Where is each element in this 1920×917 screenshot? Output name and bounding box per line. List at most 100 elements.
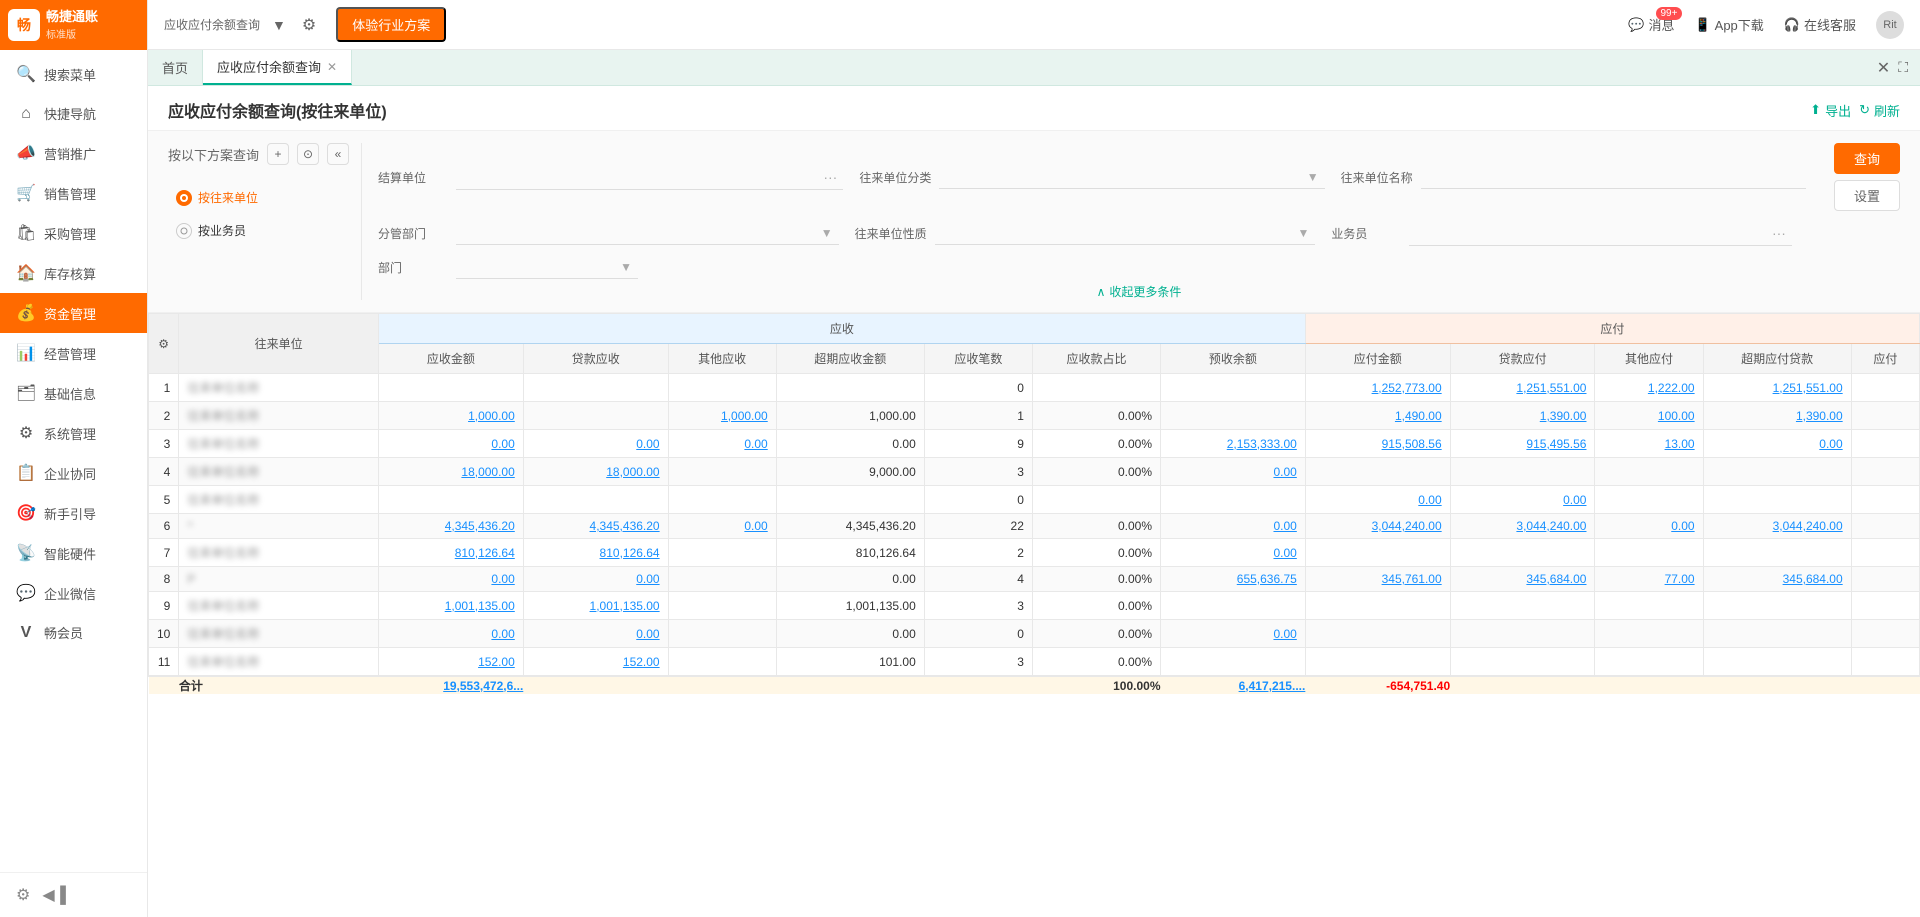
breadcrumb-dropdown[interactable]: ▼ [272, 17, 286, 33]
sidebar-item-vip[interactable]: V 畅会员 [0, 613, 147, 652]
table-cell[interactable]: 0.00 [523, 620, 668, 648]
sidebar-item-system[interactable]: ⚙ 系统管理 [0, 413, 147, 453]
table-cell[interactable]: 2,153,333.00 [1161, 430, 1306, 458]
tab-close-window-btn[interactable]: ✕ [1877, 58, 1890, 78]
table-cell[interactable]: 1,251,551.00 [1703, 374, 1851, 402]
table-cell[interactable]: 1,390.00 [1450, 402, 1595, 430]
topbar-gear-icon[interactable]: ⚙ [302, 15, 316, 35]
sidebar-item-hardware[interactable]: 📡 智能硬件 [0, 533, 147, 573]
partner-name-cell: 往来单位名称 [179, 648, 379, 677]
table-cell[interactable]: 0.00 [1161, 458, 1306, 486]
collapse-more-btn[interactable]: ∧ 收起更多条件 [378, 283, 1900, 300]
edit-scheme-btn[interactable]: ⊙ [297, 143, 319, 165]
add-scheme-btn[interactable]: + [267, 143, 289, 165]
partner-name-input[interactable] [1421, 166, 1806, 189]
message-btn[interactable]: 💬 消息 99+ [1628, 15, 1674, 34]
sidebar-item-capital[interactable]: 💰 资金管理 [0, 293, 147, 333]
table-cell[interactable]: 1,390.00 [1703, 402, 1851, 430]
sidebar-item-wechat[interactable]: 💬 企业微信 [0, 573, 147, 613]
table-cell[interactable]: 4,345,436.20 [523, 514, 668, 539]
footer-ar-amt[interactable]: 19,553,472,6... [378, 676, 523, 694]
salesman-input[interactable]: ··· [1409, 221, 1792, 246]
partner-nature-select[interactable]: ▼ [935, 222, 1316, 245]
table-cell[interactable]: 0.00 [523, 567, 668, 592]
footer-prepay[interactable]: 6,417,215.... [1161, 676, 1306, 694]
table-cell[interactable]: 77.00 [1595, 567, 1703, 592]
scheme-by-partner[interactable]: 按往来单位 [168, 185, 349, 210]
table-cell[interactable]: 0.00 [378, 567, 523, 592]
tab-arbalance-close[interactable]: ✕ [327, 60, 337, 74]
table-cell[interactable]: 4,345,436.20 [378, 514, 523, 539]
table-cell[interactable]: 1,001,135.00 [523, 592, 668, 620]
user-avatar[interactable]: Rit [1876, 11, 1904, 39]
table-cell: 101.00 [776, 648, 924, 677]
table-cell[interactable]: 0.00 [1595, 514, 1703, 539]
table-cell[interactable]: 810,126.64 [523, 539, 668, 567]
table-cell[interactable]: 810,126.64 [378, 539, 523, 567]
table-cell[interactable]: 1,490.00 [1305, 402, 1450, 430]
sidebar-settings-btn[interactable]: ⚙ [16, 885, 30, 905]
table-cell[interactable]: 0.00 [378, 430, 523, 458]
table-cell[interactable]: 0.00 [378, 620, 523, 648]
table-cell[interactable]: 0.00 [1161, 539, 1306, 567]
table-settings-col[interactable]: ⚙ [149, 314, 179, 374]
tab-maximize-btn[interactable]: ⛶ [1898, 59, 1908, 76]
query-button[interactable]: 查询 [1834, 143, 1900, 174]
table-cell[interactable]: 0.00 [1703, 430, 1851, 458]
sidebar-item-operation[interactable]: 📊 经营管理 [0, 333, 147, 373]
table-cell[interactable]: 345,684.00 [1450, 567, 1595, 592]
sidebar-item-marketing[interactable]: 📣 营销推广 [0, 133, 147, 173]
table-cell[interactable]: 18,000.00 [523, 458, 668, 486]
sidebar-item-purchase[interactable]: 🛍 采购管理 [0, 213, 147, 253]
setting-button[interactable]: 设置 [1834, 180, 1900, 211]
table-cell[interactable]: 3,044,240.00 [1305, 514, 1450, 539]
table-cell[interactable]: 915,495.56 [1450, 430, 1595, 458]
sidebar-item-corp[interactable]: 📋 企业协同 [0, 453, 147, 493]
table-cell[interactable]: 1,000.00 [378, 402, 523, 430]
sidebar: 畅 畅捷通账 标准版 🔍 搜索菜单 ⌂ 快捷导航 📣 营销推广 🛒 销售管理 🛍… [0, 0, 148, 917]
partner-cat-select[interactable]: ▼ [939, 166, 1324, 189]
table-cell[interactable]: 0.00 [523, 430, 668, 458]
sidebar-item-basic[interactable]: 🗂 基础信息 [0, 373, 147, 413]
table-cell[interactable]: 0.00 [1305, 486, 1450, 514]
table-cell[interactable]: 0.00 [668, 514, 776, 539]
table-cell[interactable]: 18,000.00 [378, 458, 523, 486]
sidebar-collapse-btn[interactable]: ◀▐ [42, 885, 66, 905]
table-cell[interactable]: 152.00 [523, 648, 668, 677]
table-cell[interactable]: 1,001,135.00 [378, 592, 523, 620]
tab-arbalance[interactable]: 应收应付余额查询 ✕ [203, 50, 352, 85]
table-cell[interactable]: 915,508.56 [1305, 430, 1450, 458]
table-cell[interactable]: 0.00 [668, 430, 776, 458]
table-cell[interactable]: 13.00 [1595, 430, 1703, 458]
table-cell[interactable]: 152.00 [378, 648, 523, 677]
table-cell[interactable]: 0.00 [1161, 514, 1306, 539]
app-download-btn[interactable]: 📱 App下载 [1694, 15, 1763, 34]
table-cell[interactable]: 3,044,240.00 [1450, 514, 1595, 539]
table-cell[interactable]: 100.00 [1595, 402, 1703, 430]
table-cell[interactable]: 1,222.00 [1595, 374, 1703, 402]
tab-home[interactable]: 首页 [148, 50, 203, 85]
promo-button[interactable]: 体验行业方案 [336, 7, 446, 42]
sidebar-item-inventory[interactable]: 🏠 库存核算 [0, 253, 147, 293]
table-cell[interactable]: 0.00 [1161, 620, 1306, 648]
table-cell[interactable]: 1,252,773.00 [1305, 374, 1450, 402]
refresh-btn[interactable]: ↻ 刷新 [1859, 101, 1900, 120]
table-cell[interactable]: 655,636.75 [1161, 567, 1306, 592]
table-cell[interactable]: 3,044,240.00 [1703, 514, 1851, 539]
sidebar-item-nav[interactable]: ⌂ 快捷导航 [0, 94, 147, 133]
settlement-input[interactable]: ··· [456, 165, 843, 190]
branch-select[interactable]: ▼ [456, 222, 839, 245]
table-cell[interactable]: 345,684.00 [1703, 567, 1851, 592]
export-btn[interactable]: ⬆ 导出 [1810, 101, 1851, 120]
service-btn[interactable]: 🎧 在线客服 [1784, 15, 1856, 34]
dept-select[interactable]: ▼ [456, 256, 638, 279]
table-cell[interactable]: 1,000.00 [668, 402, 776, 430]
sidebar-item-search[interactable]: 🔍 搜索菜单 [0, 54, 147, 94]
table-cell[interactable]: 0.00 [1450, 486, 1595, 514]
scheme-by-salesman[interactable]: 按业务员 [168, 218, 349, 243]
sidebar-item-guide[interactable]: 🎯 新手引导 [0, 493, 147, 533]
table-cell[interactable]: 345,761.00 [1305, 567, 1450, 592]
sidebar-item-sales[interactable]: 🛒 销售管理 [0, 173, 147, 213]
collapse-scheme-btn[interactable]: « [327, 143, 349, 165]
table-cell[interactable]: 1,251,551.00 [1450, 374, 1595, 402]
